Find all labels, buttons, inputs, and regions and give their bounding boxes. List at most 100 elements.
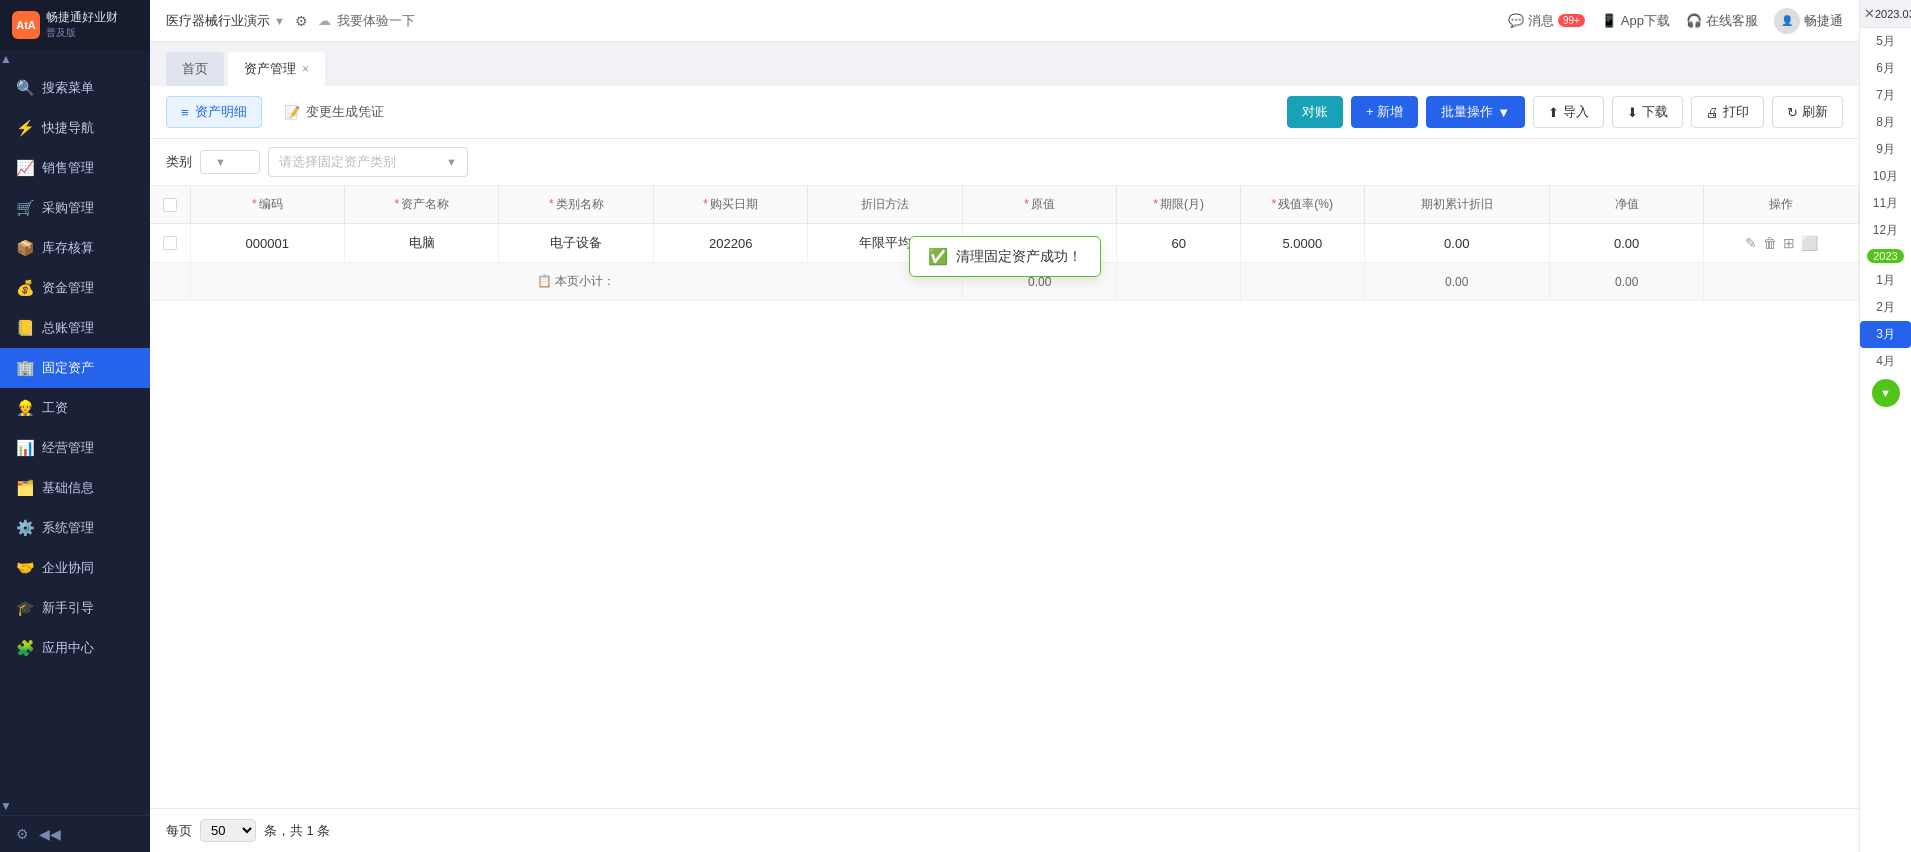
row-asset-type: 电子设备 <box>499 224 653 263</box>
row-checkbox[interactable] <box>163 236 177 250</box>
month-9[interactable]: 9月 <box>1860 136 1911 163</box>
row-accum: 0.00 <box>1364 224 1549 263</box>
row-code: 000001 <box>190 224 344 263</box>
edit-icon[interactable]: ✎ <box>1745 235 1757 251</box>
experience-btn[interactable]: ☁ 我要体验一下 <box>318 12 415 30</box>
sidebar-scroll-up[interactable]: ▲ <box>0 50 150 68</box>
sub-tab-asset-detail[interactable]: ≡ 资产明细 <box>166 96 262 128</box>
company-name: 医疗器械行业演示 <box>166 12 270 30</box>
app-download-btn[interactable]: 📱 App下载 <box>1601 12 1670 30</box>
sub-tab-label: 资产明细 <box>195 103 247 121</box>
right-panel-close-icon[interactable]: ✕ <box>1864 6 1875 21</box>
delete-icon[interactable]: 🗑 <box>1763 235 1777 251</box>
sidebar-item-base-info[interactable]: 🗂️ 基础信息 <box>0 468 150 508</box>
user-name: 畅捷通 <box>1804 12 1843 30</box>
sidebar-item-guide[interactable]: 🎓 新手引导 <box>0 588 150 628</box>
th-name: *资产名称 <box>344 186 498 224</box>
refresh-button[interactable]: ↻ 刷新 <box>1772 96 1843 128</box>
sidebar-item-search[interactable]: 🔍 搜索菜单 <box>0 68 150 108</box>
message-btn[interactable]: 💬 消息 99+ <box>1508 12 1585 30</box>
settings-icon[interactable]: ⚙ <box>295 13 308 29</box>
tab-home[interactable]: 首页 <box>166 52 224 86</box>
sidebar-item-quicknav[interactable]: ⚡ 快捷导航 <box>0 108 150 148</box>
subtotal-rate <box>1240 263 1364 301</box>
message-badge: 99+ <box>1558 14 1585 27</box>
current-month-badge: ▼ <box>1872 379 1900 407</box>
user-avatar[interactable]: 👤 畅捷通 <box>1774 8 1843 34</box>
sidebar-item-system[interactable]: ⚙️ 系统管理 <box>0 508 150 548</box>
sub-tab-change-voucher[interactable]: 📝 变更生成凭证 <box>270 97 398 127</box>
header-checkbox[interactable] <box>163 198 177 212</box>
copy-icon[interactable]: ⊞ <box>1783 235 1795 251</box>
row-ops: ✎ 🗑 ⊞ ⬜ <box>1704 224 1859 263</box>
sidebar-item-label: 销售管理 <box>42 159 94 177</box>
filter-type-label: 类别 <box>166 153 192 171</box>
batch-button[interactable]: 批量操作 ▼ <box>1426 96 1525 128</box>
th-code: *编码 <box>190 186 344 224</box>
month-6[interactable]: 6月 <box>1860 55 1911 82</box>
sidebar-item-purchase[interactable]: 🛒 采购管理 <box>0 188 150 228</box>
right-panel-year: 2023.03 <box>1875 8 1911 20</box>
sidebar-item-label: 经营管理 <box>42 439 94 457</box>
month-2[interactable]: 2月 <box>1860 294 1911 321</box>
quicknav-icon: ⚡ <box>16 119 34 137</box>
per-page-select[interactable]: 50 100 200 <box>200 819 256 842</box>
print-label: 打印 <box>1723 103 1749 121</box>
print-button[interactable]: 🖨 打印 <box>1691 96 1764 128</box>
month-12[interactable]: 12月 <box>1860 217 1911 244</box>
sidebar-item-inventory[interactable]: 📦 库存核算 <box>0 228 150 268</box>
new-button[interactable]: + 新增 <box>1351 96 1418 128</box>
main-area: 医疗器械行业演示 ▼ ⚙ ☁ 我要体验一下 💬 消息 99+ 📱 App下载 🎧… <box>150 0 1859 852</box>
right-panel: ✕ 2023.03 ⤢ 5月 6月 7月 8月 9月 10月 11月 12月 2… <box>1859 0 1911 852</box>
row-rate: 5.0000 <box>1240 224 1364 263</box>
action-toolbar: ≡ 资产明细 📝 变更生成凭证 对账 + 新增 批量操作 ▼ ⬆ <box>150 86 1859 139</box>
filter-category-placeholder: 请选择固定资产类别 <box>279 153 396 171</box>
ledger-icon: 📒 <box>16 319 34 337</box>
month-8[interactable]: 8月 <box>1860 109 1911 136</box>
collapse-icon[interactable]: ◀◀ <box>39 826 61 842</box>
month-1[interactable]: 1月 <box>1860 267 1911 294</box>
toolbar-right: 对账 + 新增 批量操作 ▼ ⬆ 导入 ⬇ 下载 🖨 <box>1287 96 1843 128</box>
sidebar-scroll-down[interactable]: ▼ <box>0 797 150 815</box>
avatar: 👤 <box>1774 8 1800 34</box>
month-10[interactable]: 10月 <box>1860 163 1911 190</box>
download-button[interactable]: ⬇ 下载 <box>1612 96 1683 128</box>
month-7[interactable]: 7月 <box>1860 82 1911 109</box>
fixed-assets-icon: 🏢 <box>16 359 34 377</box>
tab-asset-management[interactable]: 资产管理 × <box>228 52 325 86</box>
month-3[interactable]: 3月 <box>1860 321 1911 348</box>
month-5[interactable]: 5月 <box>1860 28 1911 55</box>
right-panel-header: ✕ 2023.03 ⤢ <box>1860 0 1911 28</box>
duizhang-button[interactable]: 对账 <box>1287 96 1343 128</box>
sidebar-item-operations[interactable]: 📊 经营管理 <box>0 428 150 468</box>
company-selector[interactable]: 医疗器械行业演示 ▼ <box>166 12 285 30</box>
sidebar-item-ledger[interactable]: 📒 总账管理 <box>0 308 150 348</box>
filter-category-input[interactable]: 请选择固定资产类别 ▼ <box>268 147 468 177</box>
sidebar-item-label: 工资 <box>42 399 68 417</box>
sidebar-item-payroll[interactable]: 👷 工资 <box>0 388 150 428</box>
total-label: 条，共 1 条 <box>264 822 330 840</box>
th-rate: *残值率(%) <box>1240 186 1364 224</box>
month-11[interactable]: 11月 <box>1860 190 1911 217</box>
tab-close-icon[interactable]: × <box>302 62 309 76</box>
sidebar-item-sales[interactable]: 📈 销售管理 <box>0 148 150 188</box>
filter-type-select[interactable]: ▼ <box>200 150 260 174</box>
sidebar-item-finance[interactable]: 💰 资金管理 <box>0 268 150 308</box>
asset-table-wrapper: *编码 *资产名称 *类别名称 *购买日期 折旧方法 <box>150 186 1859 808</box>
sidebar-item-fixed-assets[interactable]: 🏢 固定资产 <box>0 348 150 388</box>
cloud-icon: ☁ <box>318 13 331 28</box>
month-4[interactable]: 4月 <box>1860 348 1911 375</box>
per-page-label: 每页 <box>166 822 192 840</box>
th-period: *期限(月) <box>1117 186 1241 224</box>
operations-icon: 📊 <box>16 439 34 457</box>
online-service-btn[interactable]: 🎧 在线客服 <box>1686 12 1758 30</box>
import-button[interactable]: ⬆ 导入 <box>1533 96 1604 128</box>
headset-icon: 🎧 <box>1686 13 1702 28</box>
sales-icon: 📈 <box>16 159 34 177</box>
subtotal-label: 📋 本页小计： <box>190 263 962 301</box>
sidebar-item-label: 采购管理 <box>42 199 94 217</box>
more-icon[interactable]: ⬜ <box>1801 235 1818 251</box>
sidebar-item-enterprise[interactable]: 🤝 企业协同 <box>0 548 150 588</box>
settings-icon[interactable]: ⚙ <box>16 826 29 842</box>
sidebar-item-apps[interactable]: 🧩 应用中心 <box>0 628 150 668</box>
